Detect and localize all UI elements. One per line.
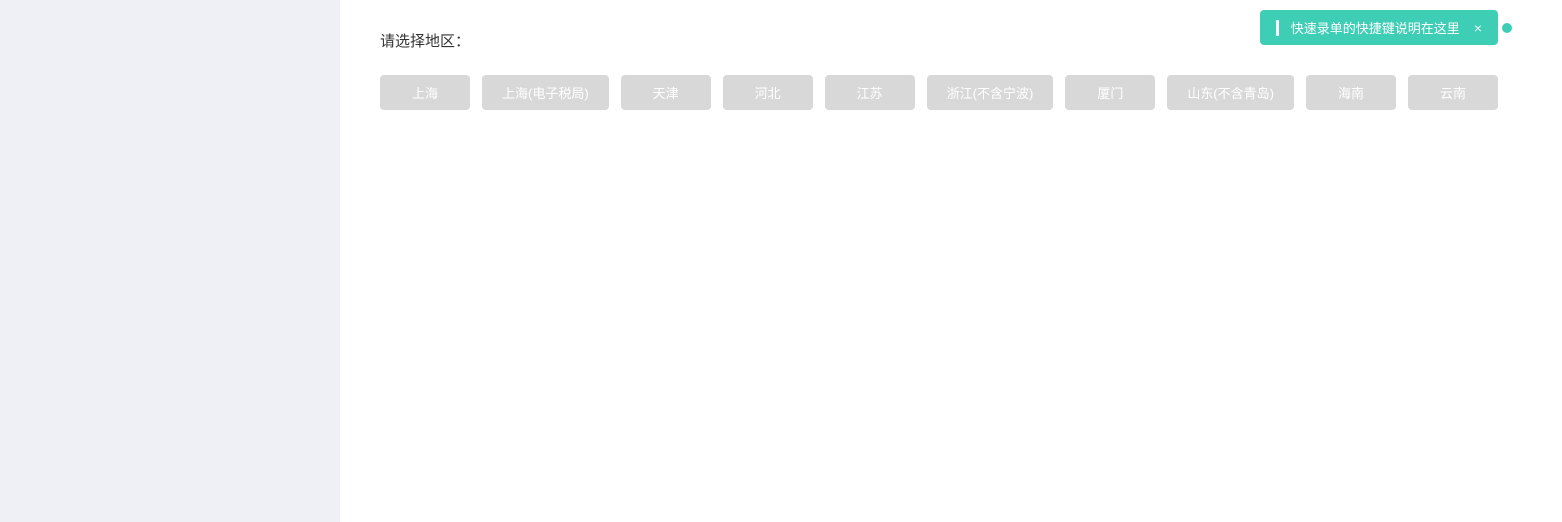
tooltip-text: 快速录单的快捷键说明在这里 bbox=[1291, 18, 1460, 37]
bar-accent-icon bbox=[1276, 20, 1279, 36]
tooltip-box: 快速录单的快捷键说明在这里 × bbox=[1260, 10, 1498, 45]
region-button-hebei[interactable]: 河北 bbox=[723, 75, 813, 110]
region-buttons-container: 上海上海(电子税局) 天津河北江苏浙江(不含宁波) 厦门山东(不含青岛) 海南云南 bbox=[380, 75, 1522, 110]
region-button-zhejiang[interactable]: 浙江(不含宁波) bbox=[927, 75, 1054, 110]
region-button-shanghai-etax[interactable]: 上海(电子税局) bbox=[482, 75, 609, 110]
region-button-jiangsu[interactable]: 江苏 bbox=[825, 75, 915, 110]
region-button-xiamen[interactable]: 厦门 bbox=[1065, 75, 1155, 110]
sidebar bbox=[0, 0, 340, 522]
region-button-shanghai[interactable]: 上海 bbox=[380, 75, 470, 110]
region-button-yunnan[interactable]: 云南 bbox=[1408, 75, 1498, 110]
tooltip-dot-icon bbox=[1502, 23, 1512, 33]
region-button-hainan[interactable]: 海南 bbox=[1306, 75, 1396, 110]
region-button-shandong[interactable]: 山东(不含青岛) bbox=[1167, 75, 1294, 110]
region-button-tianjin[interactable]: 天津 bbox=[621, 75, 711, 110]
tooltip-bar: 快速录单的快捷键说明在这里 × bbox=[1260, 10, 1512, 45]
tooltip-close-button[interactable]: × bbox=[1474, 20, 1482, 36]
main-content: 快速录单的快捷键说明在这里 × 请选择地区： 上海上海(电子税局)天津河北江苏浙… bbox=[340, 0, 1562, 522]
